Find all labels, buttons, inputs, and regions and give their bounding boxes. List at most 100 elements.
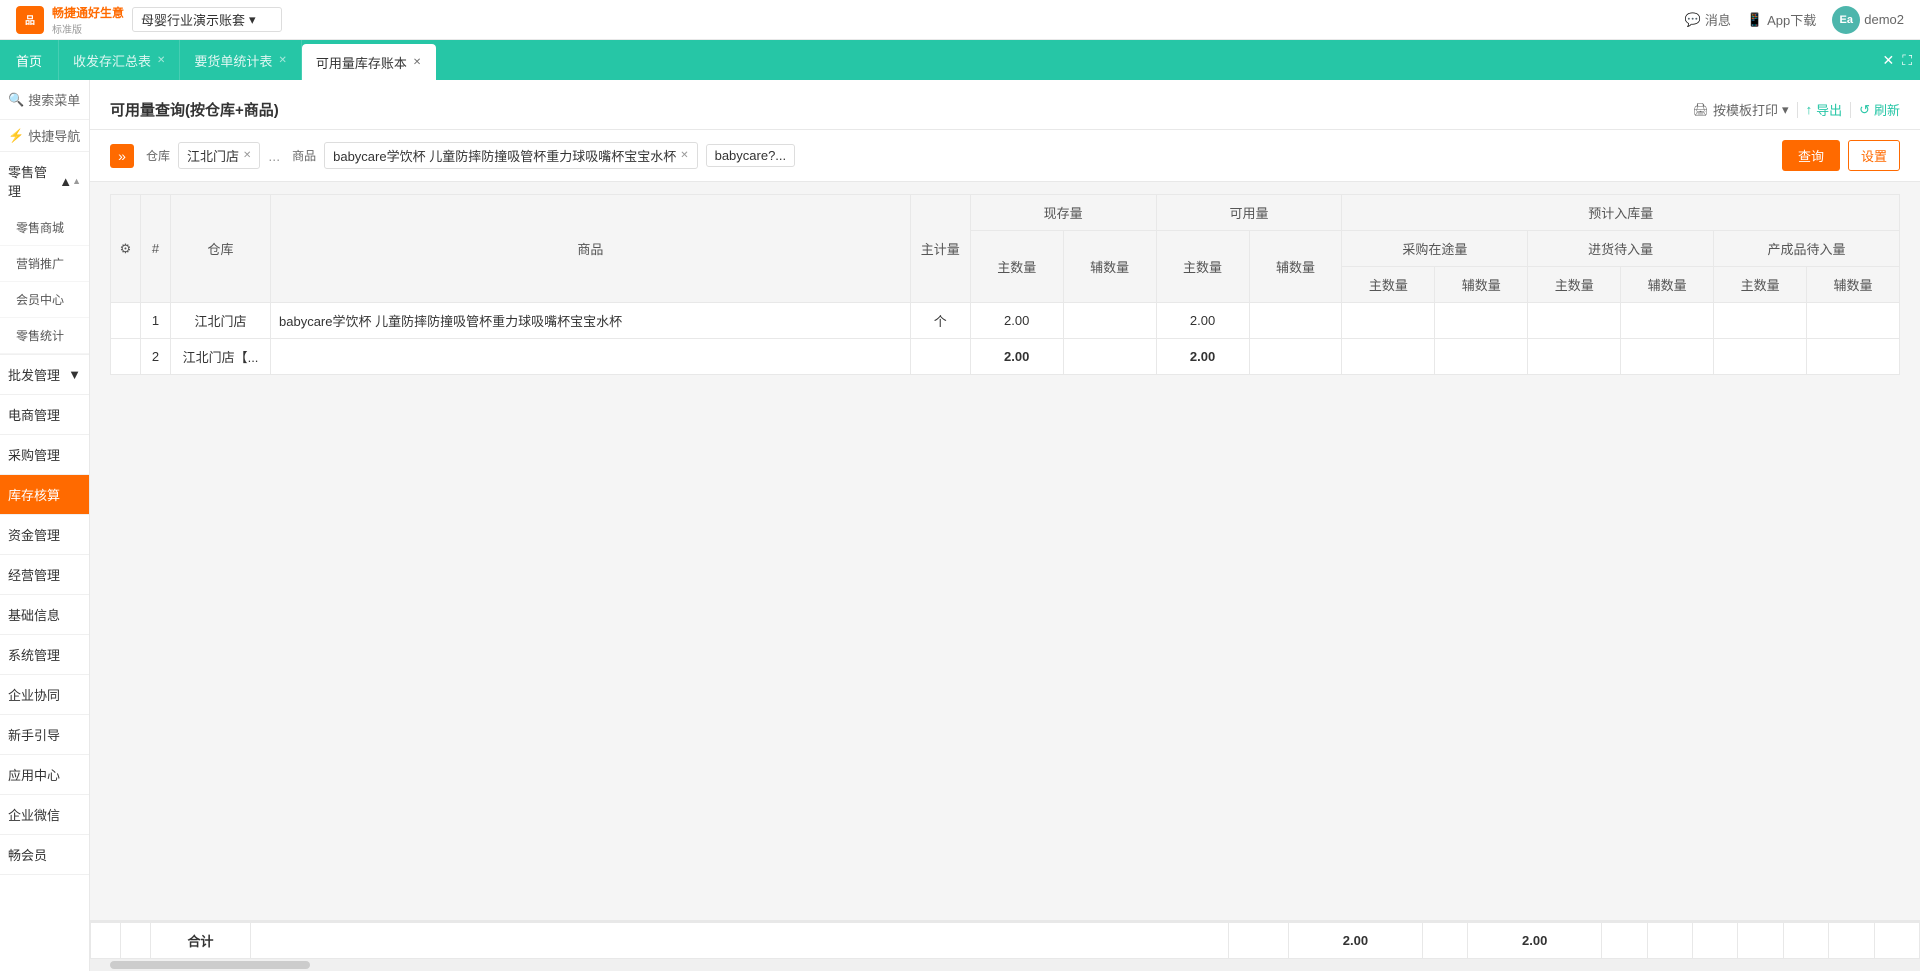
footer-row: 合计 2.00 2.00 [91, 923, 1920, 959]
cell-purchase-main-2 [1342, 339, 1435, 375]
th-purchase: 采购在途量 [1342, 231, 1528, 267]
tab-receipts-close[interactable]: ✕ [157, 55, 165, 66]
tab-orders-label: 要货单统计表 [194, 51, 272, 70]
expand-filter-button[interactable]: » [110, 144, 134, 168]
th-purchase-main: 主数量 [1342, 267, 1435, 303]
tab-receipts-label: 收发存汇总表 [73, 51, 151, 70]
app-icon: 📱 [1747, 12, 1763, 28]
sidebar-item-retail-mall[interactable]: 零售商城 [0, 210, 89, 246]
sidebar-group-basic-title[interactable]: 基础信息 [0, 595, 89, 634]
sidebar-group-collab-title[interactable]: 企业协同 [0, 675, 89, 714]
sidebar-group-inventory: 库存核算 [0, 475, 89, 515]
tab-orders[interactable]: 要货单统计表 ✕ [180, 40, 301, 80]
sidebar-group-guide-title[interactable]: 新手引导 [0, 715, 89, 754]
footer-stock-aux [1422, 923, 1467, 959]
table-footer-area: 合计 2.00 2.00 [90, 920, 1920, 959]
main-layout: 🔍 搜索菜单 ⚡ 快捷导航 零售管理 ▲ 零售商城 营销推广 会员中心 零售统计… [0, 80, 1920, 971]
tab-orders-close[interactable]: ✕ [278, 55, 286, 66]
sidebar: 🔍 搜索菜单 ⚡ 快捷导航 零售管理 ▲ 零售商城 营销推广 会员中心 零售统计… [0, 80, 90, 971]
query-button[interactable]: 查询 [1782, 140, 1840, 171]
brand-icon: 品 [16, 6, 44, 34]
cell-avail-main-2: 2.00 [1156, 339, 1249, 375]
sidebar-item-retail-stats[interactable]: 零售统计 [0, 318, 89, 354]
sidebar-group-wholesale-title[interactable]: 批发管理 ▼ [0, 355, 89, 394]
cell-avail-main-1: 2.00 [1156, 303, 1249, 339]
sidebar-group-inventory-title[interactable]: 库存核算 [0, 475, 89, 514]
warehouse-more-icon[interactable]: ... [268, 148, 280, 164]
tabbar: 首页 收发存汇总表 ✕ 要货单统计表 ✕ 可用量库存账本 ✕ ✕ ⛶ [0, 40, 1920, 80]
export-button[interactable]: ↑ 导出 [1806, 100, 1843, 119]
tab-available-close[interactable]: ✕ [413, 57, 421, 68]
store-selector[interactable]: 母婴行业演示账套 ▾ [132, 7, 282, 32]
avatar: Ea [1832, 6, 1860, 34]
warehouse-tag[interactable]: 江北门店 ✕ [178, 142, 260, 169]
print-icon: 🖨 [1693, 102, 1710, 118]
th-stock-main: 主数量 [970, 231, 1063, 303]
filter-actions: 查询 设置 [1782, 140, 1900, 171]
footer-incoming-aux [1783, 923, 1828, 959]
message-button[interactable]: 💬 消息 [1685, 10, 1731, 29]
export-label: 导出 [1816, 100, 1842, 119]
brand-info: 畅捷通好生意 标准版 [52, 4, 124, 36]
tab-available[interactable]: 可用量库存账本 ✕ [302, 44, 436, 80]
template-print-button[interactable]: 🖨 按模板打印 ▾ [1693, 100, 1789, 119]
sidebar-group-operations-title[interactable]: 经营管理 [0, 555, 89, 594]
sidebar-group-purchase-title[interactable]: 采购管理 [0, 435, 89, 474]
footer-cell-empty1 [91, 923, 121, 959]
user-name: demo2 [1864, 12, 1904, 27]
cell-purchase-aux-2 [1435, 339, 1528, 375]
cell-production-aux-1 [1807, 303, 1900, 339]
sidebar-group-apps-title[interactable]: 应用中心 [0, 755, 89, 794]
sidebar-group-wechat-title[interactable]: 企业微信 [0, 795, 89, 834]
sidebar-group-member-title[interactable]: 畅会员 [0, 835, 89, 874]
sidebar-item-marketing[interactable]: 营销推广 [0, 246, 89, 282]
close-all-icon[interactable]: ✕ [1882, 52, 1894, 69]
sidebar-quick-nav[interactable]: ⚡ 快捷导航 [0, 120, 89, 152]
footer-purchase-main [1647, 923, 1692, 959]
th-planned: 预计入库量 [1342, 195, 1900, 231]
warehouse-tag-close[interactable]: ✕ [243, 150, 251, 161]
ecommerce-label: 电商管理 [8, 405, 60, 424]
sidebar-group-finance-title[interactable]: 资金管理 [0, 515, 89, 554]
cell-unit-1: 个 [910, 303, 970, 339]
cell-warehouse-1: 江北门店 [171, 303, 271, 339]
tab-receipts[interactable]: 收发存汇总表 ✕ [59, 40, 180, 80]
tab-home[interactable]: 首页 [0, 40, 59, 80]
cell-product-1: babycare学饮杯 儿童防摔防撞吸管杯重力球吸嘴杯宝宝水杯 [271, 303, 911, 339]
cell-avail-aux-1 [1249, 303, 1342, 339]
cell-settings-1 [111, 303, 141, 339]
cell-settings-2 [111, 339, 141, 375]
guide-label: 新手引导 [8, 725, 60, 744]
sidebar-group-retail-title[interactable]: 零售管理 ▲ [0, 152, 89, 210]
th-avail-main: 主数量 [1156, 231, 1249, 303]
product-tag-1-value: babycare学饮杯 儿童防摔防撞吸管杯重力球吸嘴杯宝宝水杯 [333, 146, 676, 165]
horizontal-scrollbar[interactable] [90, 959, 1920, 971]
product-tag-2[interactable]: babycare?... [706, 144, 796, 167]
th-stock: 现存量 [970, 195, 1156, 231]
chevron-down-icon: ▾ [1782, 102, 1789, 118]
purchase-label: 采购管理 [8, 445, 60, 464]
product-tag-1[interactable]: babycare学饮杯 儿童防摔防撞吸管杯重力球吸嘴杯宝宝水杯 ✕ [324, 142, 697, 169]
cell-incoming-aux-2 [1621, 339, 1714, 375]
th-incoming-aux: 辅数量 [1621, 267, 1714, 303]
refresh-button[interactable]: ↺ 刷新 [1859, 100, 1900, 119]
sidebar-group-system-title[interactable]: 系统管理 [0, 635, 89, 674]
th-incoming-main: 主数量 [1528, 267, 1621, 303]
sidebar-search[interactable]: 🔍 搜索菜单 [0, 80, 89, 120]
sidebar-group-ecommerce-title[interactable]: 电商管理 [0, 395, 89, 434]
product-tag-1-close[interactable]: ✕ [680, 150, 688, 161]
footer-avail-aux [1602, 923, 1647, 959]
store-label: 母婴行业演示账套 [141, 10, 245, 29]
sidebar-group-wechat: 企业微信 [0, 795, 89, 835]
user-profile[interactable]: Ea demo2 [1832, 6, 1904, 34]
scrollbar-thumb[interactable] [110, 961, 310, 969]
th-settings[interactable]: ⚙ [111, 195, 141, 303]
sidebar-group-operations: 经营管理 [0, 555, 89, 595]
wechat-label: 企业微信 [8, 805, 60, 824]
settings-button[interactable]: 设置 [1848, 140, 1900, 171]
sidebar-item-members[interactable]: 会员中心 [0, 282, 89, 318]
footer-purchase-aux [1692, 923, 1737, 959]
expand-icon[interactable]: ⛶ [1902, 52, 1912, 69]
export-icon: ↑ [1806, 102, 1813, 117]
app-download-button[interactable]: 📱 App下载 [1747, 10, 1816, 29]
